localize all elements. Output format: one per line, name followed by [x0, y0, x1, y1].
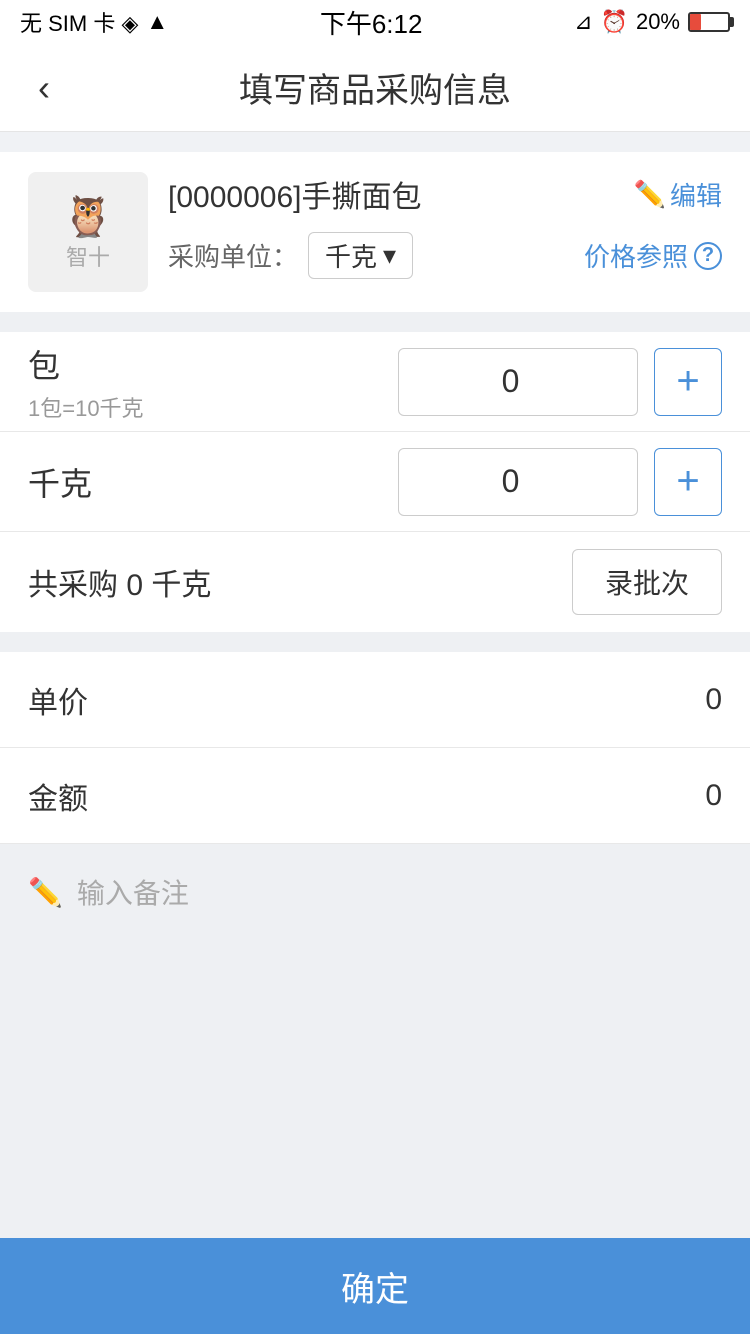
remark-section[interactable]: ✏️ 输入备注	[0, 844, 750, 1238]
unit-price-value: 0	[705, 683, 722, 717]
unit-price-label: 单价	[28, 678, 88, 722]
pencil-icon: ✏️	[28, 876, 63, 909]
amount-label: 金额	[28, 774, 88, 818]
wifi-icon: ▲	[146, 9, 168, 35]
page-title: 填写商品采购信息	[239, 63, 511, 112]
bag-plus-button[interactable]: +	[654, 348, 722, 416]
bag-input[interactable]	[398, 348, 638, 416]
divider-2	[0, 632, 750, 652]
total-row: 共采购 0 千克 录批次	[0, 532, 750, 632]
product-card: 🦉 智十 [0000006]手撕面包 ✏️ 编辑 采购单位： 千克 ▾ 价格参照…	[0, 152, 750, 312]
unit-label: 采购单位：	[168, 237, 298, 274]
sim-text: 无 SIM 卡 ◈	[20, 6, 138, 38]
back-button[interactable]: ‹	[28, 57, 60, 119]
bag-sublabel: 1包=10千克	[28, 391, 144, 423]
product-unit-row: 采购单位： 千克 ▾ 价格参照 ?	[168, 232, 722, 279]
confirm-label: 确定	[341, 1262, 409, 1311]
help-icon: ?	[694, 242, 722, 270]
bag-input-row: 包 1包=10千克 +	[0, 332, 750, 432]
bag-label-group: 包 1包=10千克	[28, 341, 144, 423]
price-ref-button[interactable]: 价格参照 ?	[584, 237, 722, 274]
kg-plus-button[interactable]: +	[654, 448, 722, 516]
product-image: 🦉 智十	[28, 172, 148, 292]
unit-value: 千克	[325, 237, 377, 274]
amount-row: 金额 0	[0, 748, 750, 844]
kg-input-wrap: +	[128, 448, 722, 516]
location-icon: ⊿	[574, 9, 592, 35]
battery-icon	[688, 12, 730, 32]
product-brand: 智十	[66, 240, 110, 272]
kg-label-group: 千克	[28, 459, 128, 505]
status-time: 下午6:12	[320, 4, 423, 41]
status-left: 无 SIM 卡 ◈ ▲	[20, 6, 168, 38]
remark-inner: ✏️ 输入备注	[28, 872, 722, 912]
unit-price-row: 单价 0	[0, 652, 750, 748]
price-ref-label: 价格参照	[584, 237, 688, 274]
edit-button[interactable]: ✏️ 编辑	[634, 176, 722, 213]
nav-bar: ‹ 填写商品采购信息	[0, 44, 750, 132]
product-info: [0000006]手撕面包 ✏️ 编辑 采购单位： 千克 ▾ 价格参照 ?	[168, 172, 722, 279]
edit-icon: ✏️	[634, 179, 666, 210]
dropdown-icon: ▾	[383, 240, 396, 271]
remark-placeholder: 输入备注	[77, 872, 189, 912]
product-name: [0000006]手撕面包	[168, 172, 421, 216]
amount-value: 0	[705, 779, 722, 813]
bag-input-wrap: +	[144, 348, 722, 416]
battery-percent: 20%	[636, 9, 680, 35]
input-section: 包 1包=10千克 + 千克 + 共采购 0 千克 录批次	[0, 332, 750, 632]
divider-1	[0, 312, 750, 332]
price-section: 单价 0 金额 0	[0, 652, 750, 844]
kg-input[interactable]	[398, 448, 638, 516]
total-prefix-text: 共采购 0 千克	[28, 569, 211, 602]
status-right: ⊿ ⏰ 20%	[574, 9, 730, 35]
kg-label: 千克	[28, 459, 128, 505]
bag-label: 包	[28, 341, 144, 387]
confirm-button[interactable]: 确定	[0, 1238, 750, 1334]
product-name-row: [0000006]手撕面包 ✏️ 编辑	[168, 172, 722, 216]
edit-label: 编辑	[670, 176, 722, 213]
alarm-icon: ⏰	[601, 9, 628, 35]
record-batch-button[interactable]: 录批次	[572, 549, 722, 615]
unit-select[interactable]: 千克 ▾	[308, 232, 413, 279]
status-bar: 无 SIM 卡 ◈ ▲ 下午6:12 ⊿ ⏰ 20%	[0, 0, 750, 44]
kg-input-row: 千克 +	[0, 432, 750, 532]
owl-icon: 🦉	[63, 193, 113, 240]
total-text: 共采购 0 千克	[28, 560, 211, 604]
